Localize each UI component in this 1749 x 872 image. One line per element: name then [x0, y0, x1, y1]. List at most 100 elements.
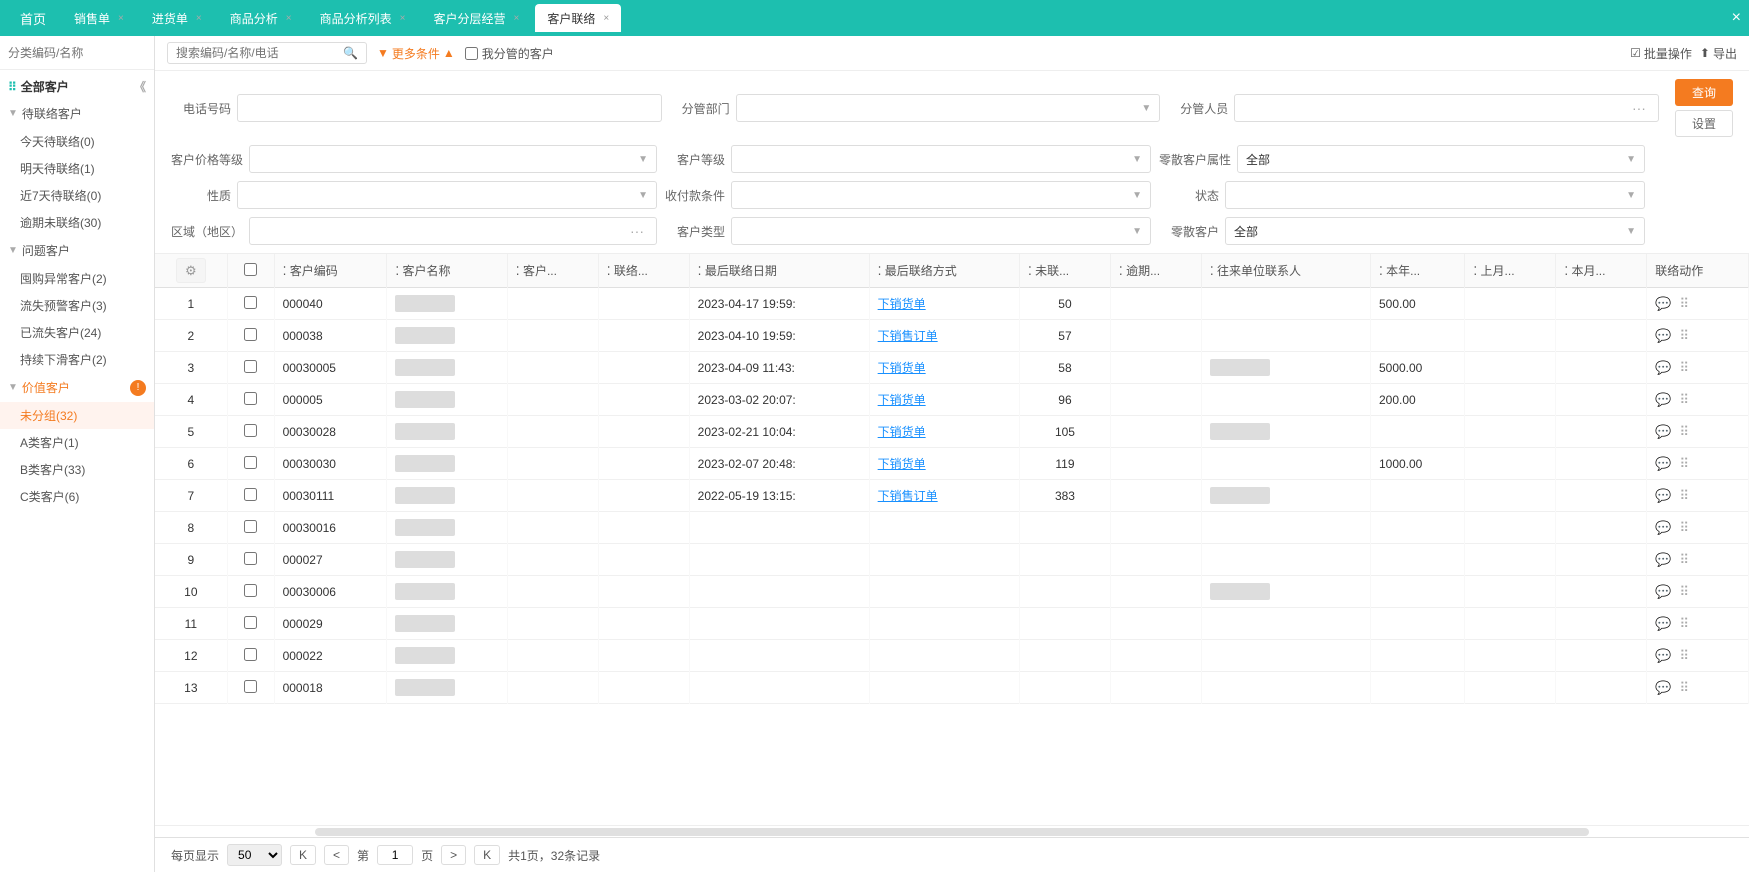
row-checkbox[interactable]	[244, 456, 257, 469]
row-checkbox[interactable]	[244, 552, 257, 565]
row-checkbox[interactable]	[244, 392, 257, 405]
close-tab-product-list[interactable]: ×	[400, 13, 406, 24]
sidebar-category-value[interactable]: ▼ 价值客户 !	[0, 373, 154, 402]
retail-attr-select[interactable]: 全部 ▼	[1237, 145, 1645, 173]
horizontal-scrollbar[interactable]	[315, 828, 1589, 836]
message-icon[interactable]: 💬	[1655, 488, 1671, 504]
apps-icon[interactable]: ⠿	[1679, 520, 1689, 536]
apps-icon[interactable]: ⠿	[1679, 424, 1689, 440]
message-icon[interactable]: 💬	[1655, 456, 1671, 472]
close-tab-product-analysis[interactable]: ×	[286, 13, 292, 24]
sidebar-item-7days[interactable]: 近7天待联络(0)	[0, 182, 154, 209]
apps-icon[interactable]: ⠿	[1679, 616, 1689, 632]
contact-method-link[interactable]: 下销货单	[878, 457, 926, 471]
export-btn[interactable]: ⬆ 导出	[1700, 45, 1737, 62]
row-checkbox[interactable]	[244, 424, 257, 437]
close-tab-customer-layer[interactable]: ×	[513, 13, 519, 24]
apps-icon[interactable]: ⠿	[1679, 328, 1689, 344]
message-icon[interactable]: 💬	[1655, 584, 1671, 600]
row-checkbox[interactable]	[244, 648, 257, 661]
sidebar-item-ungrouped[interactable]: 未分组(32)	[0, 402, 154, 429]
message-icon[interactable]: 💬	[1655, 552, 1671, 568]
close-tab-purchase[interactable]: ×	[196, 13, 202, 24]
reset-button[interactable]: 设置	[1675, 110, 1733, 137]
contact-method-link[interactable]: 下销货单	[878, 425, 926, 439]
person-dots-icon[interactable]: ···	[1628, 100, 1650, 116]
tab-customer-contact[interactable]: 客户联络 ×	[535, 4, 621, 32]
region-dots-icon[interactable]: ···	[626, 223, 648, 239]
contact-method-link[interactable]: 下销货单	[878, 297, 926, 311]
customer-level-select[interactable]: ▼	[731, 145, 1151, 173]
close-tab-sales[interactable]: ×	[118, 13, 124, 24]
sidebar-item-today[interactable]: 今天待联络(0)	[0, 128, 154, 155]
batch-op-btn[interactable]: ☑ 批量操作	[1630, 45, 1692, 62]
message-icon[interactable]: 💬	[1655, 360, 1671, 376]
per-page-select[interactable]: 50 20 100	[227, 844, 282, 866]
last-page-btn[interactable]: K	[474, 845, 500, 865]
row-checkbox[interactable]	[244, 680, 257, 693]
select-all-checkbox[interactable]	[244, 263, 257, 276]
window-close-icon[interactable]: ×	[1732, 9, 1741, 27]
apps-icon[interactable]: ⠿	[1679, 552, 1689, 568]
sidebar-item-classB[interactable]: B类客户(33)	[0, 456, 154, 483]
apps-icon[interactable]: ⠿	[1679, 456, 1689, 472]
page-input[interactable]	[377, 845, 413, 865]
row-checkbox[interactable]	[244, 584, 257, 597]
sidebar-category-problem[interactable]: ▼ 问题客户	[0, 236, 154, 265]
person-select[interactable]: ···	[1234, 94, 1659, 122]
row-checkbox[interactable]	[244, 488, 257, 501]
apps-icon[interactable]: ⠿	[1679, 584, 1689, 600]
close-tab-customer-contact[interactable]: ×	[603, 13, 609, 24]
tab-customer-layer[interactable]: 客户分层经营 ×	[421, 4, 531, 32]
status-select[interactable]: ▼	[1225, 181, 1645, 209]
sidebar-collapse-icon[interactable]: 《	[134, 78, 146, 95]
message-icon[interactable]: 💬	[1655, 296, 1671, 312]
filter-search-input[interactable]	[176, 46, 339, 60]
contact-method-link[interactable]: 下销售订单	[878, 329, 938, 343]
my-customers-checkbox[interactable]	[465, 47, 478, 60]
apps-icon[interactable]: ⠿	[1679, 648, 1689, 664]
price-level-select[interactable]: ▼	[249, 145, 657, 173]
tab-product-analysis[interactable]: 商品分析 ×	[218, 4, 304, 32]
gear-icon[interactable]: ⚙	[176, 258, 206, 283]
row-checkbox[interactable]	[244, 616, 257, 629]
sidebar-category-pending[interactable]: ▼ 待联络客户	[0, 99, 154, 128]
next-page-btn[interactable]: >	[441, 845, 466, 865]
customer-type-select[interactable]: ▼	[731, 217, 1151, 245]
home-tab[interactable]: 首页	[8, 9, 58, 28]
tab-product-list[interactable]: 商品分析列表 ×	[308, 4, 418, 32]
sidebar-item-classA[interactable]: A类客户(1)	[0, 429, 154, 456]
nature-select[interactable]: ▼	[237, 181, 657, 209]
first-page-btn[interactable]: K	[290, 845, 316, 865]
sidebar-item-tomorrow[interactable]: 明天待联络(1)	[0, 155, 154, 182]
prev-page-btn[interactable]: <	[324, 845, 349, 865]
more-conditions-btn[interactable]: ▼ 更多条件 ▲	[377, 45, 455, 62]
sidebar-item-declining[interactable]: 持续下滑客户(2)	[0, 346, 154, 373]
sidebar-item-churn-warning[interactable]: 流失预警客户(3)	[0, 292, 154, 319]
message-icon[interactable]: 💬	[1655, 424, 1671, 440]
region-select[interactable]: ···	[249, 217, 657, 245]
sidebar-search-input[interactable]	[8, 46, 155, 60]
message-icon[interactable]: 💬	[1655, 392, 1671, 408]
sidebar-item-churned[interactable]: 已流失客户(24)	[0, 319, 154, 346]
row-checkbox[interactable]	[244, 328, 257, 341]
message-icon[interactable]: 💬	[1655, 648, 1671, 664]
tab-sales[interactable]: 销售单 ×	[62, 4, 136, 32]
apps-icon[interactable]: ⠿	[1679, 296, 1689, 312]
contact-method-link[interactable]: 下销售订单	[878, 489, 938, 503]
retail-customer-select[interactable]: 全部 ▼	[1225, 217, 1645, 245]
contact-method-link[interactable]: 下销货单	[878, 361, 926, 375]
apps-icon[interactable]: ⠿	[1679, 680, 1689, 696]
sidebar-item-overdue[interactable]: 逾期未联络(30)	[0, 209, 154, 236]
message-icon[interactable]: 💬	[1655, 680, 1671, 696]
row-checkbox[interactable]	[244, 360, 257, 373]
sidebar-item-classC[interactable]: C类客户(6)	[0, 483, 154, 510]
dept-select[interactable]: ▼	[736, 94, 1161, 122]
apps-icon[interactable]: ⠿	[1679, 488, 1689, 504]
apps-icon[interactable]: ⠿	[1679, 360, 1689, 376]
search-button[interactable]: 查询	[1675, 79, 1733, 106]
message-icon[interactable]: 💬	[1655, 328, 1671, 344]
contact-method-link[interactable]: 下销货单	[878, 393, 926, 407]
filter-search-icon[interactable]: 🔍	[343, 46, 358, 60]
message-icon[interactable]: 💬	[1655, 520, 1671, 536]
